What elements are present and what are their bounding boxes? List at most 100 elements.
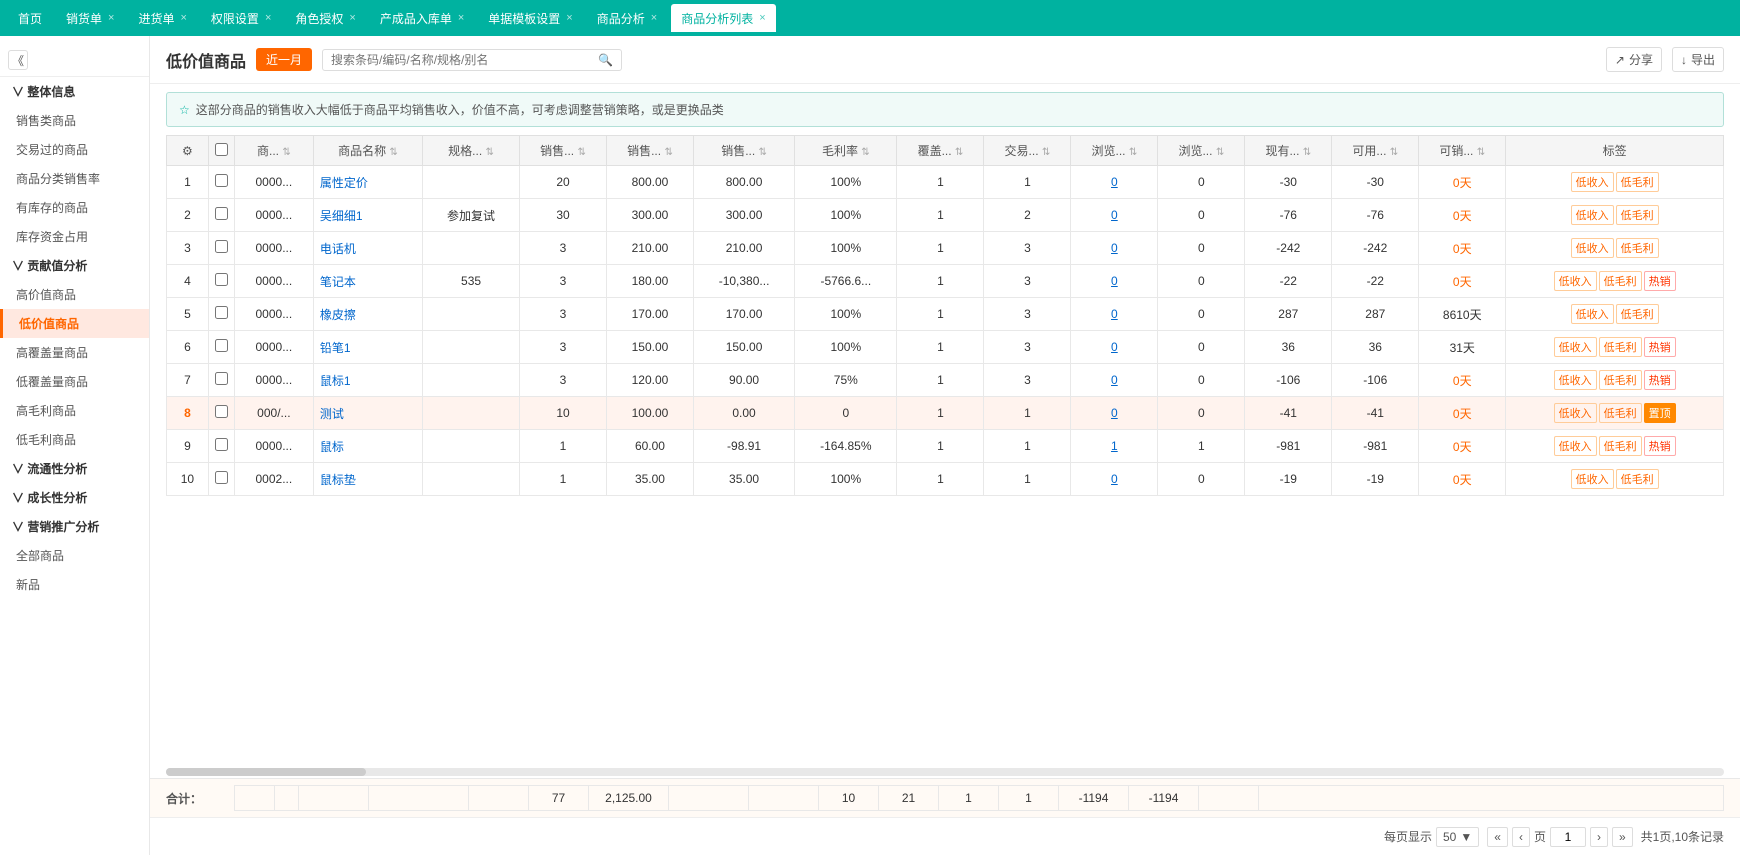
row-view1[interactable]: 1 <box>1071 430 1158 463</box>
row-name[interactable]: 鼠标 <box>313 430 422 463</box>
sidebar-section-growth[interactable]: ∨ 成长性分析 <box>0 483 149 512</box>
row-select-checkbox[interactable] <box>215 405 228 418</box>
sidebar-section-overall[interactable]: ∨ 整体信息 <box>0 77 149 106</box>
row-view1[interactable]: 0 <box>1071 232 1158 265</box>
row-name[interactable]: 鼠标1 <box>313 364 422 397</box>
col-view2[interactable]: 浏览... ⇅ <box>1158 136 1245 166</box>
row-name[interactable]: 鼠标垫 <box>313 463 422 496</box>
nav-product-analysis-list[interactable]: 商品分析列表 × <box>671 4 775 32</box>
per-page-select[interactable]: 50 ▼ <box>1436 827 1479 847</box>
search-icon[interactable]: 🔍 <box>598 53 613 67</box>
row-select-checkbox[interactable] <box>215 339 228 352</box>
col-trade[interactable]: 交易... ⇅ <box>984 136 1071 166</box>
row-select-checkbox[interactable] <box>215 306 228 319</box>
sidebar-section-value[interactable]: ∨ 贡献值分析 <box>0 251 149 280</box>
scrollbar-thumb[interactable] <box>166 768 366 776</box>
page-input[interactable] <box>1550 827 1586 847</box>
col-coverage[interactable]: 覆盖... ⇅ <box>897 136 984 166</box>
row-name[interactable]: 电话机 <box>313 232 422 265</box>
row-select-checkbox[interactable] <box>215 240 228 253</box>
row-select-checkbox[interactable] <box>215 207 228 220</box>
row-checkbox[interactable] <box>208 199 234 232</box>
row-view1[interactable]: 0 <box>1071 298 1158 331</box>
period-button[interactable]: 近一月 <box>256 48 312 71</box>
close-icon[interactable]: × <box>458 12 464 24</box>
col-view1[interactable]: 浏览... ⇅ <box>1071 136 1158 166</box>
col-avail[interactable]: 可用... ⇅ <box>1332 136 1419 166</box>
row-name[interactable]: 属性定价 <box>313 166 422 199</box>
row-name[interactable]: 橡皮擦 <box>313 298 422 331</box>
prev-page-btn[interactable]: ‹ <box>1512 827 1530 847</box>
nav-product-analysis[interactable]: 商品分析 × <box>587 4 667 32</box>
export-button[interactable]: ↓ 导出 <box>1672 47 1724 72</box>
close-icon[interactable]: × <box>180 12 186 24</box>
share-button[interactable]: ↗ 分享 <box>1606 47 1662 72</box>
col-name[interactable]: 商品名称 ⇅ <box>313 136 422 166</box>
row-name[interactable]: 测试 <box>313 397 422 430</box>
row-select-checkbox[interactable] <box>215 471 228 484</box>
row-name[interactable]: 吴细细1 <box>313 199 422 232</box>
sidebar-item-traded-products[interactable]: 交易过的商品 <box>0 135 149 164</box>
sidebar-item-all-products[interactable]: 全部商品 <box>0 541 149 570</box>
row-checkbox[interactable] <box>208 430 234 463</box>
row-view1[interactable]: 0 <box>1071 364 1158 397</box>
sidebar-item-low-value[interactable]: 低价值商品 <box>0 309 149 338</box>
select-all-checkbox[interactable] <box>215 143 228 156</box>
col-gross-rate[interactable]: 毛利率 ⇅ <box>795 136 897 166</box>
sidebar-item-stock-value[interactable]: 库存资金占用 <box>0 222 149 251</box>
close-icon[interactable]: × <box>566 12 572 24</box>
row-name[interactable]: 笔记本 <box>313 265 422 298</box>
sidebar-item-low-coverage[interactable]: 低覆盖量商品 <box>0 367 149 396</box>
row-checkbox[interactable] <box>208 397 234 430</box>
col-sale-amount1[interactable]: 销售... ⇅ <box>606 136 693 166</box>
next-page-btn[interactable]: › <box>1590 827 1608 847</box>
search-input[interactable] <box>331 53 594 67</box>
row-view1[interactable]: 0 <box>1071 166 1158 199</box>
sidebar-item-new-products[interactable]: 新品 <box>0 570 149 599</box>
nav-permissions[interactable]: 权限设置 × <box>201 4 281 32</box>
sidebar-item-high-gross[interactable]: 高毛利商品 <box>0 396 149 425</box>
nav-roles[interactable]: 角色授权 × <box>285 4 365 32</box>
sidebar-item-category-rate[interactable]: 商品分类销售率 <box>0 164 149 193</box>
row-select-checkbox[interactable] <box>215 174 228 187</box>
horizontal-scrollbar[interactable] <box>166 768 1724 776</box>
close-icon[interactable]: × <box>651 12 657 24</box>
col-stock[interactable]: 现有... ⇅ <box>1245 136 1332 166</box>
row-view1[interactable]: 0 <box>1071 265 1158 298</box>
sidebar-item-sales-products[interactable]: 销售类商品 <box>0 106 149 135</box>
row-view1[interactable]: 0 <box>1071 397 1158 430</box>
close-icon[interactable]: × <box>265 12 271 24</box>
row-checkbox[interactable] <box>208 364 234 397</box>
close-icon[interactable]: × <box>108 12 114 24</box>
row-view1[interactable]: 0 <box>1071 331 1158 364</box>
close-icon[interactable]: × <box>759 12 765 24</box>
row-view1[interactable]: 0 <box>1071 199 1158 232</box>
sidebar-section-flow[interactable]: ∨ 流通性分析 <box>0 454 149 483</box>
row-checkbox[interactable] <box>208 265 234 298</box>
sidebar-item-high-value[interactable]: 高价值商品 <box>0 280 149 309</box>
row-checkbox[interactable] <box>208 463 234 496</box>
col-spec[interactable]: 规格... ⇅ <box>423 136 520 166</box>
row-checkbox[interactable] <box>208 331 234 364</box>
sidebar-item-stock-products[interactable]: 有库存的商品 <box>0 193 149 222</box>
nav-product-warehouse[interactable]: 产成品入库单 × <box>370 4 474 32</box>
col-sale-amount2[interactable]: 销售... ⇅ <box>693 136 794 166</box>
sidebar-item-high-coverage[interactable]: 高覆盖量商品 <box>0 338 149 367</box>
nav-purchase[interactable]: 进货单 × <box>128 4 196 32</box>
row-select-checkbox[interactable] <box>215 438 228 451</box>
nav-template-settings[interactable]: 单据模板设置 × <box>478 4 582 32</box>
row-checkbox[interactable] <box>208 166 234 199</box>
last-page-btn[interactable]: » <box>1612 827 1633 847</box>
sidebar-collapse-btn[interactable]: 《 <box>8 50 28 70</box>
sidebar-item-low-gross[interactable]: 低毛利商品 <box>0 425 149 454</box>
close-icon[interactable]: × <box>349 12 355 24</box>
col-settings[interactable]: ⚙ <box>167 136 209 166</box>
nav-sales[interactable]: 销货单 × <box>56 4 124 32</box>
row-name[interactable]: 铅笔1 <box>313 331 422 364</box>
col-days[interactable]: 可销... ⇅ <box>1419 136 1506 166</box>
row-checkbox[interactable] <box>208 298 234 331</box>
col-code[interactable]: 商... ⇅ <box>234 136 313 166</box>
row-select-checkbox[interactable] <box>215 273 228 286</box>
row-checkbox[interactable] <box>208 232 234 265</box>
col-sale-qty[interactable]: 销售... ⇅ <box>520 136 607 166</box>
